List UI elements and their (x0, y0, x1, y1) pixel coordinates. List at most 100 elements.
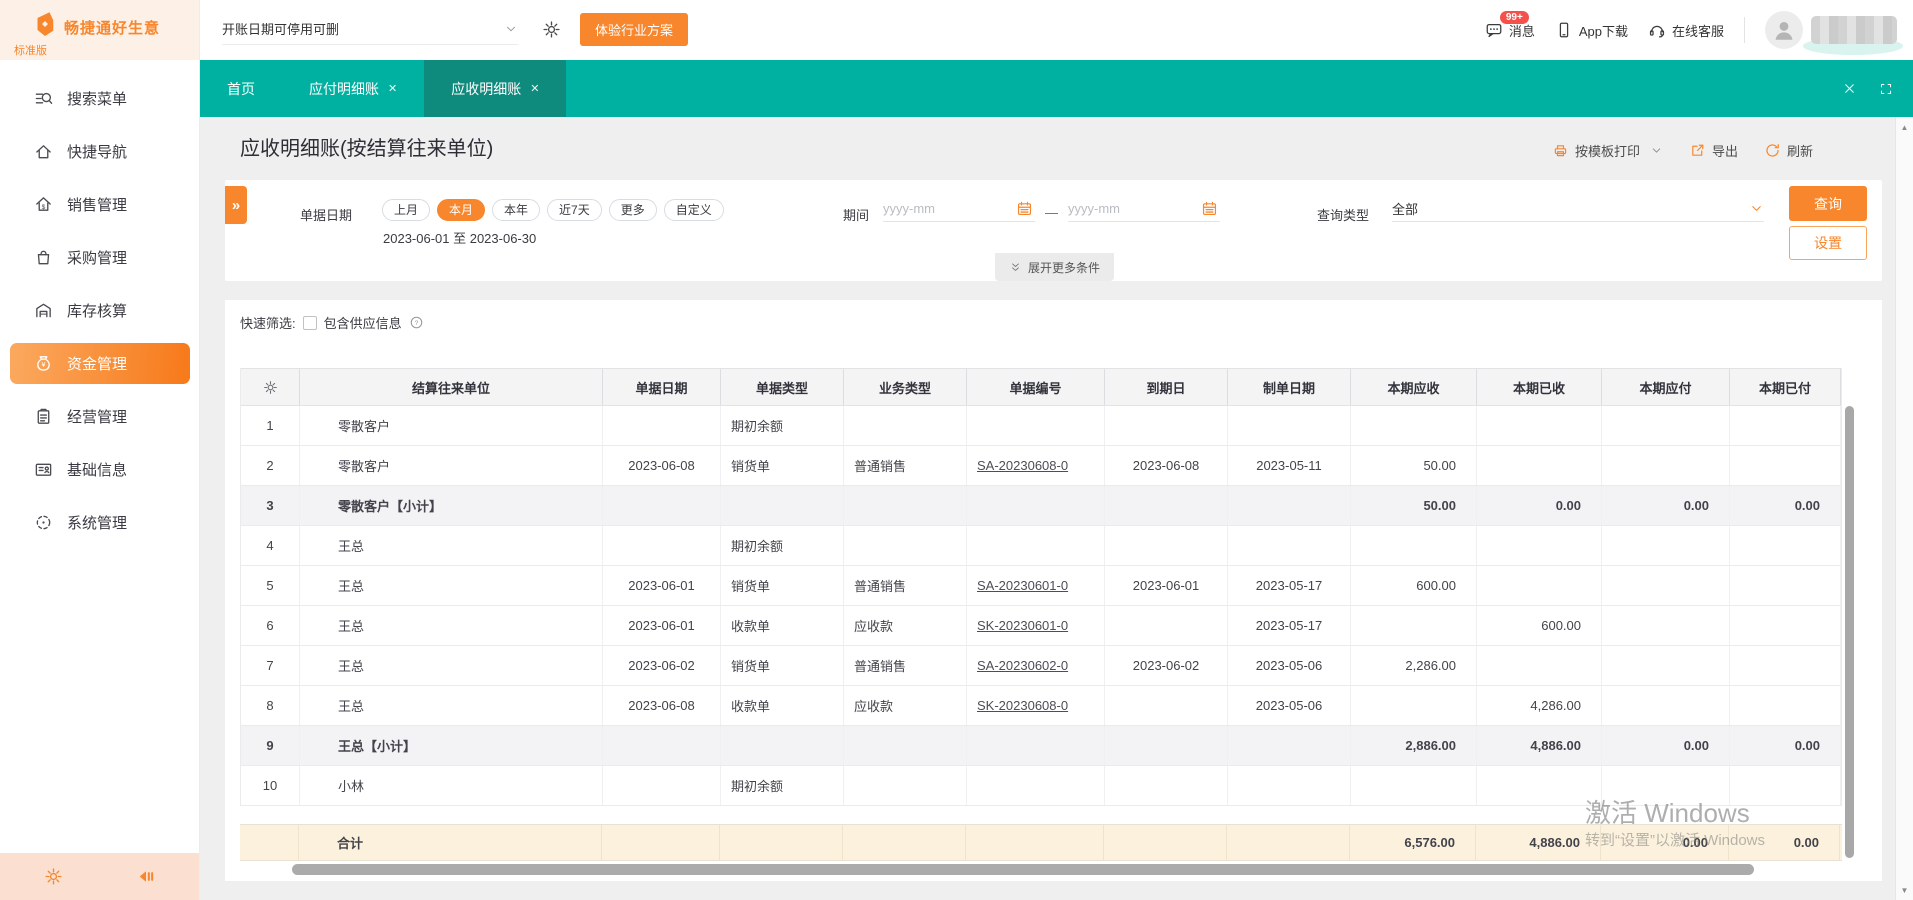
cell-doc_type: 收款单 (721, 686, 844, 725)
table-subtotal-row[interactable]: 9 王总【小计】 2,886.00 4,886.00 0.00 0.00 (241, 726, 1841, 766)
calendar-icon[interactable] (1016, 200, 1033, 217)
cell-received: 0.00 (1477, 486, 1602, 525)
document-link[interactable]: SK-20230601-0 (977, 618, 1068, 633)
app-download-button[interactable]: App下载 (1555, 21, 1628, 40)
trial-solution-button[interactable]: 体验行业方案 (580, 13, 689, 46)
date-pill-本年[interactable]: 本年 (492, 199, 541, 221)
cell-unit: 王总 (300, 606, 603, 645)
table-row[interactable]: 4 王总 期初余额 (241, 526, 1841, 566)
collapse-sidebar-icon[interactable] (136, 867, 155, 886)
date-pill-本月[interactable]: 本月 (437, 199, 486, 221)
cell-due_date: 2023-06-08 (1105, 446, 1228, 485)
sidebar-item-inventory[interactable]: 库存核算 (0, 284, 200, 337)
cell-create_date: 2023-05-06 (1228, 646, 1351, 685)
expand-more-conditions[interactable]: 展开更多条件 (995, 253, 1115, 281)
period-start-field (883, 195, 1035, 222)
tab-close-icon[interactable]: ✕ (388, 82, 397, 95)
topbar-gear-icon[interactable] (542, 20, 561, 39)
date-pill-近7天[interactable]: 近7天 (547, 199, 602, 221)
export-button[interactable]: 导出 (1689, 141, 1738, 160)
settings-gear-icon[interactable] (44, 867, 63, 886)
filter-settings-button[interactable]: 设置 (1789, 226, 1867, 260)
cell-unit: 零散客户 (300, 406, 603, 445)
period-start-input[interactable] (883, 195, 1035, 221)
scroll-down-arrow[interactable]: ▼ (1896, 882, 1913, 898)
report-panel: 快速筛选: 包含供应信息 ? 结算往来单位 单据日期 单据类型 业务类型 单据编号 到期日… (225, 300, 1882, 881)
cell-payable (1602, 526, 1730, 565)
tab-应收明细账[interactable]: 应收明细账 ✕ (424, 60, 567, 117)
tab-close-icon[interactable]: ✕ (530, 82, 539, 95)
total-empty-cell (240, 825, 299, 860)
document-link[interactable]: SA-20230602-0 (977, 658, 1068, 673)
column-settings-icon[interactable] (241, 369, 300, 405)
sidebar-item-system[interactable]: 系统管理 (0, 496, 200, 549)
cell-unit: 零散客户 (300, 446, 603, 485)
table-subtotal-row[interactable]: 3 零散客户【小计】 50.00 0.00 0.00 0.00 (241, 486, 1841, 526)
cell-doc_type (721, 486, 844, 525)
cell-received (1477, 566, 1602, 605)
export-icon (1689, 142, 1706, 159)
avatar[interactable] (1765, 11, 1803, 49)
query-button[interactable]: 查询 (1789, 186, 1867, 221)
table-row[interactable]: 8 王总 2023-06-08 收款单 应收款 SK-20230608-0 2023-05-… (241, 686, 1841, 726)
search-menu-icon (34, 89, 53, 108)
table-row[interactable]: 10 小林 期初余额 (241, 766, 1841, 806)
table-row[interactable]: 6 王总 2023-06-01 收款单 应收款 SK-20230601-0 2023-05-… (241, 606, 1841, 646)
refresh-button[interactable]: 刷新 (1764, 141, 1813, 160)
cell-paid (1730, 406, 1841, 445)
sidebar-item-operations[interactable]: 经营管理 (0, 390, 200, 443)
help-icon[interactable]: ? (409, 315, 424, 330)
sidebar-item-funds[interactable]: ¥ 资金管理 (10, 343, 190, 384)
cell-doc_date: 2023-06-08 (603, 446, 721, 485)
date-pills: 上月 本月 本年 近7天 更多 自定义 (382, 199, 724, 221)
sidebar-item-purchase[interactable]: 采购管理 (0, 231, 200, 284)
table-row[interactable]: 2 零散客户 2023-06-08 销货单 普通销售 SA-20230608-0 2023-… (241, 446, 1841, 486)
sidebar-item-search-menu[interactable]: 搜索菜单 (0, 72, 200, 125)
table-vertical-scrollbar-thumb[interactable] (1845, 406, 1854, 858)
query-type-select[interactable]: 全部 (1392, 195, 1764, 222)
calendar-icon[interactable] (1201, 200, 1218, 217)
table-row[interactable]: 1 零散客户 期初余额 (241, 406, 1841, 446)
sidebar-item-quick-nav[interactable]: 快捷导航 (0, 125, 200, 178)
cell-paid (1730, 686, 1841, 725)
cell-due_date (1105, 686, 1228, 725)
cell-receivable: 600.00 (1351, 566, 1477, 605)
brand-logo-area: 畅捷通好生意 标准版 (0, 0, 199, 60)
cell-paid (1730, 526, 1841, 565)
brand-logo-icon (30, 9, 60, 39)
cell-biz_type (844, 486, 967, 525)
include-supply-checkbox[interactable] (302, 315, 317, 330)
fullscreen-icon[interactable] (1879, 82, 1893, 96)
page-scrollbar[interactable]: ▲ ▼ (1895, 117, 1913, 900)
messages-button[interactable]: 消息 99+ (1485, 10, 1535, 40)
cell-payable (1602, 446, 1730, 485)
period-end-input[interactable] (1068, 195, 1220, 221)
tab-应付明细账[interactable]: 应付明细账 ✕ (282, 60, 424, 117)
online-service-label: 在线客服 (1671, 23, 1724, 39)
date-pill-更多[interactable]: 更多 (608, 199, 657, 221)
table-row[interactable]: 5 王总 2023-06-01 销货单 普通销售 SA-20230601-0 2023-06… (241, 566, 1841, 606)
table-row[interactable]: 7 王总 2023-06-02 销货单 普通销售 SA-20230602-0 2023-06… (241, 646, 1841, 686)
date-pill-自定义[interactable]: 自定义 (663, 199, 724, 221)
document-link[interactable]: SA-20230601-0 (977, 578, 1068, 593)
print-by-template-button[interactable]: 按模板打印 (1552, 141, 1663, 160)
cell-doc_no (967, 526, 1105, 565)
account-set-select[interactable]: 开账日期可停用可删 (222, 13, 518, 45)
tab-首页[interactable]: 首页 (200, 60, 282, 117)
date-pill-上月[interactable]: 上月 (382, 199, 431, 221)
sidebar-item-sales[interactable]: $ 销售管理 (0, 178, 200, 231)
online-service-button[interactable]: 在线客服 (1648, 21, 1724, 40)
cell-unit: 王总 (300, 566, 603, 605)
horizontal-scrollbar-thumb[interactable] (292, 864, 1754, 875)
cell-paid (1730, 566, 1841, 605)
sidebar-item-base-info[interactable]: 基础信息 (0, 443, 200, 496)
close-all-tabs-icon[interactable] (1842, 81, 1857, 96)
document-link[interactable]: SA-20230608-0 (977, 458, 1068, 473)
document-link[interactable]: SK-20230608-0 (977, 698, 1068, 713)
collapse-filter-button[interactable]: » (225, 186, 247, 224)
column-header: 单据编号 (967, 369, 1105, 405)
sidebar-footer (0, 853, 199, 900)
scroll-up-arrow[interactable]: ▲ (1896, 119, 1913, 135)
total-label: 合计 (299, 825, 602, 860)
refresh-icon (1764, 142, 1781, 159)
